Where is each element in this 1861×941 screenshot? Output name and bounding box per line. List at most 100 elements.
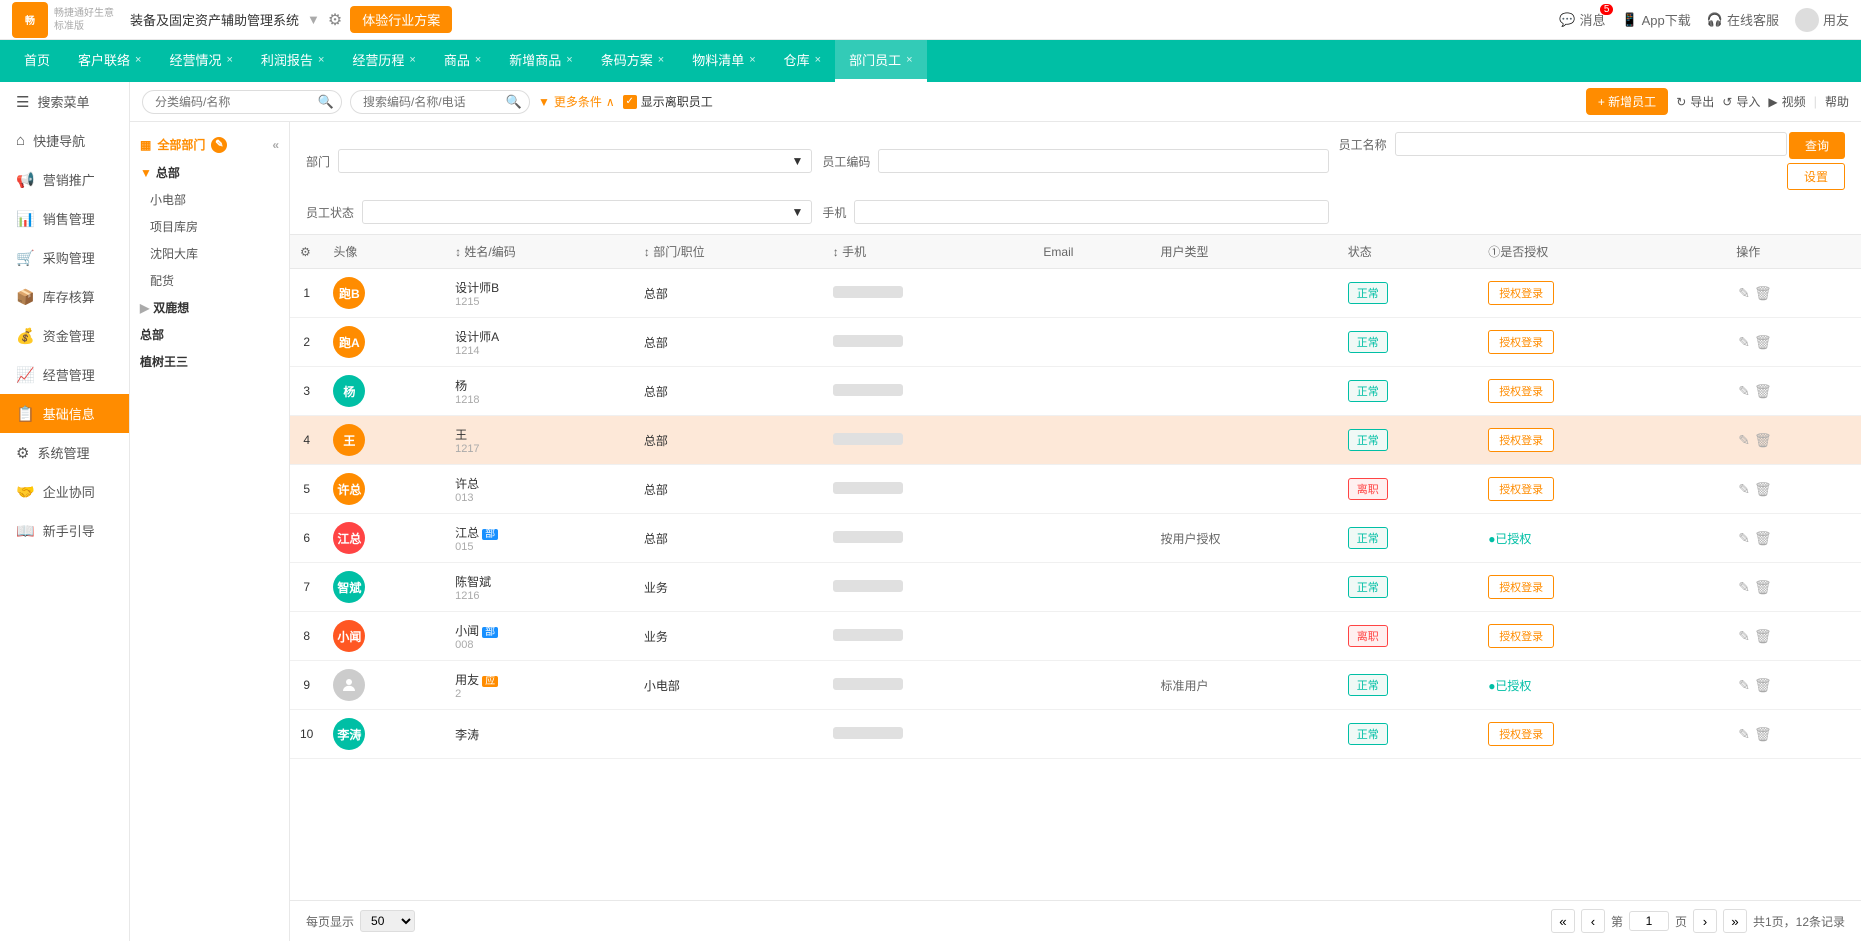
dept-group-double[interactable]: ▶ 双鹿想	[130, 294, 289, 321]
col-settings[interactable]: ⚙	[290, 235, 323, 269]
edit-dept-icon[interactable]: ✎	[211, 137, 227, 153]
nav-item-利润报告[interactable]: 利润报告×	[247, 40, 338, 82]
delete-icon[interactable]: 🗑	[1754, 530, 1772, 546]
col-dept[interactable]: ↕ 部门/职位	[634, 235, 823, 269]
phone-input[interactable]	[854, 200, 1328, 224]
sidebar-item-企业协同[interactable]: 🤝企业协同	[0, 472, 129, 511]
auth-login-btn[interactable]: 授权登录	[1488, 281, 1554, 305]
nav-close-icon[interactable]: ×	[658, 54, 664, 66]
set-btn[interactable]: 设置	[1787, 163, 1845, 190]
col-phone[interactable]: ↕ 手机	[823, 235, 1034, 269]
nav-item-新增商品[interactable]: 新增商品×	[495, 40, 586, 82]
last-page-btn[interactable]: »	[1723, 909, 1747, 933]
more-filter-btn[interactable]: ▼ 更多条件 ∧	[538, 93, 615, 110]
service-btn[interactable]: 🎧 在线客服	[1707, 10, 1779, 29]
emp-status-select[interactable]: ▼	[362, 200, 812, 224]
edit-icon[interactable]: ✎	[1738, 334, 1750, 350]
nav-close-icon[interactable]: ×	[318, 54, 324, 66]
dept-item-distribution[interactable]: 配货	[130, 267, 289, 294]
edit-icon[interactable]: ✎	[1738, 677, 1750, 693]
delete-icon[interactable]: 🗑	[1754, 628, 1772, 644]
show-resign-checkbox[interactable]: ✓ 显示离职员工	[623, 93, 713, 110]
edit-icon[interactable]: ✎	[1738, 530, 1750, 546]
nav-item-客户联络[interactable]: 客户联络×	[64, 40, 155, 82]
auth-login-btn[interactable]: 授权登录	[1488, 379, 1554, 403]
query-btn[interactable]: 查询	[1789, 132, 1845, 159]
sidebar-item-搜索菜单[interactable]: ☰搜索菜单	[0, 82, 129, 121]
sidebar-item-库存核算[interactable]: 📦库存核算	[0, 277, 129, 316]
delete-icon[interactable]: 🗑	[1754, 579, 1772, 595]
auth-login-btn[interactable]: 授权登录	[1488, 624, 1554, 648]
dept-group-plant[interactable]: 植树王三	[130, 348, 289, 375]
sidebar-item-系统管理[interactable]: ⚙系统管理	[0, 433, 129, 472]
trial-btn[interactable]: 体验行业方案	[350, 6, 452, 33]
auth-login-btn[interactable]: 授权登录	[1488, 575, 1554, 599]
nav-close-icon[interactable]: ×	[475, 54, 481, 66]
sidebar-item-新手引导[interactable]: 📖新手引导	[0, 511, 129, 550]
import-btn[interactable]: ↺ 导入	[1722, 93, 1760, 110]
edit-icon[interactable]: ✎	[1738, 383, 1750, 399]
page-input[interactable]	[1629, 911, 1669, 931]
nav-item-部门员工[interactable]: 部门员工×	[835, 40, 926, 82]
row-auth[interactable]: 授权登录	[1478, 269, 1679, 318]
edit-icon[interactable]: ✎	[1738, 628, 1750, 644]
nav-close-icon[interactable]: ×	[226, 54, 232, 66]
delete-icon[interactable]: 🗑	[1754, 481, 1772, 497]
sidebar-item-快捷导航[interactable]: ⌂快捷导航	[0, 121, 129, 160]
auth-login-btn[interactable]: 授权登录	[1488, 330, 1554, 354]
delete-icon[interactable]: 🗑	[1754, 726, 1772, 742]
collapse-dept-icon[interactable]: «	[272, 138, 279, 152]
message-btn[interactable]: 💬 消息 5	[1559, 10, 1605, 29]
nav-close-icon[interactable]: ×	[409, 54, 415, 66]
nav-item-商品[interactable]: 商品×	[430, 40, 495, 82]
delete-icon[interactable]: 🗑	[1754, 677, 1772, 693]
col-name[interactable]: ↕ 姓名/编码	[445, 235, 634, 269]
search-icon-1[interactable]: 🔍	[318, 94, 334, 110]
nav-item-经营情况[interactable]: 经营情况×	[155, 40, 246, 82]
nav-item-首页[interactable]: 首页	[10, 40, 64, 82]
employee-search-input[interactable]	[350, 90, 530, 114]
row-auth[interactable]: 授权登录	[1478, 465, 1679, 514]
row-auth[interactable]: 授权登录	[1478, 710, 1679, 759]
user-btn[interactable]: 用友	[1795, 8, 1849, 32]
delete-icon[interactable]: 🗑	[1754, 383, 1772, 399]
row-auth[interactable]: 授权登录	[1478, 318, 1679, 367]
delete-icon[interactable]: 🗑	[1754, 334, 1772, 350]
row-auth[interactable]: 授权登录	[1478, 367, 1679, 416]
dept-item-electronics[interactable]: 小电部	[130, 186, 289, 213]
nav-close-icon[interactable]: ×	[566, 54, 572, 66]
auth-login-btn[interactable]: 授权登录	[1488, 722, 1554, 746]
emp-name-input[interactable]	[1395, 132, 1787, 156]
dropdown-arrow-icon[interactable]: ▼	[307, 12, 320, 27]
sidebar-item-采购管理[interactable]: 🛒采购管理	[0, 238, 129, 277]
nav-close-icon[interactable]: ×	[906, 54, 912, 66]
edit-icon[interactable]: ✎	[1738, 432, 1750, 448]
edit-icon[interactable]: ✎	[1738, 579, 1750, 595]
sidebar-item-销售管理[interactable]: 📊销售管理	[0, 199, 129, 238]
dept-item-shenyang[interactable]: 沈阳大库	[130, 240, 289, 267]
view-btn[interactable]: ▶ 视频	[1768, 93, 1805, 110]
edit-icon[interactable]: ✎	[1738, 285, 1750, 301]
sidebar-item-经营管理[interactable]: 📈经营管理	[0, 355, 129, 394]
nav-item-条码方案[interactable]: 条码方案×	[587, 40, 678, 82]
dept-item-projectroom[interactable]: 项目库房	[130, 213, 289, 240]
add-employee-btn[interactable]: + 新增员工	[1586, 88, 1668, 115]
help-btn[interactable]: 帮助	[1825, 93, 1849, 110]
page-size-select[interactable]: 50 100	[360, 910, 415, 932]
row-auth[interactable]: 授权登录	[1478, 612, 1679, 661]
first-page-btn[interactable]: «	[1551, 909, 1575, 933]
category-search-input[interactable]	[142, 90, 342, 114]
dept-group-general[interactable]: ▼ 总部	[130, 159, 289, 186]
export-btn[interactable]: ↻ 导出	[1676, 93, 1714, 110]
next-page-btn[interactable]: ›	[1693, 909, 1717, 933]
sidebar-item-营销推广[interactable]: 📢营销推广	[0, 160, 129, 199]
auth-login-btn[interactable]: 授权登录	[1488, 477, 1554, 501]
row-auth[interactable]: 授权登录	[1478, 416, 1679, 465]
nav-close-icon[interactable]: ×	[749, 54, 755, 66]
nav-close-icon[interactable]: ×	[815, 54, 821, 66]
emp-code-input[interactable]	[878, 149, 1328, 173]
edit-icon[interactable]: ✎	[1738, 481, 1750, 497]
nav-item-经营历程[interactable]: 经营历程×	[338, 40, 429, 82]
delete-icon[interactable]: 🗑	[1754, 285, 1772, 301]
sidebar-item-资金管理[interactable]: 💰资金管理	[0, 316, 129, 355]
